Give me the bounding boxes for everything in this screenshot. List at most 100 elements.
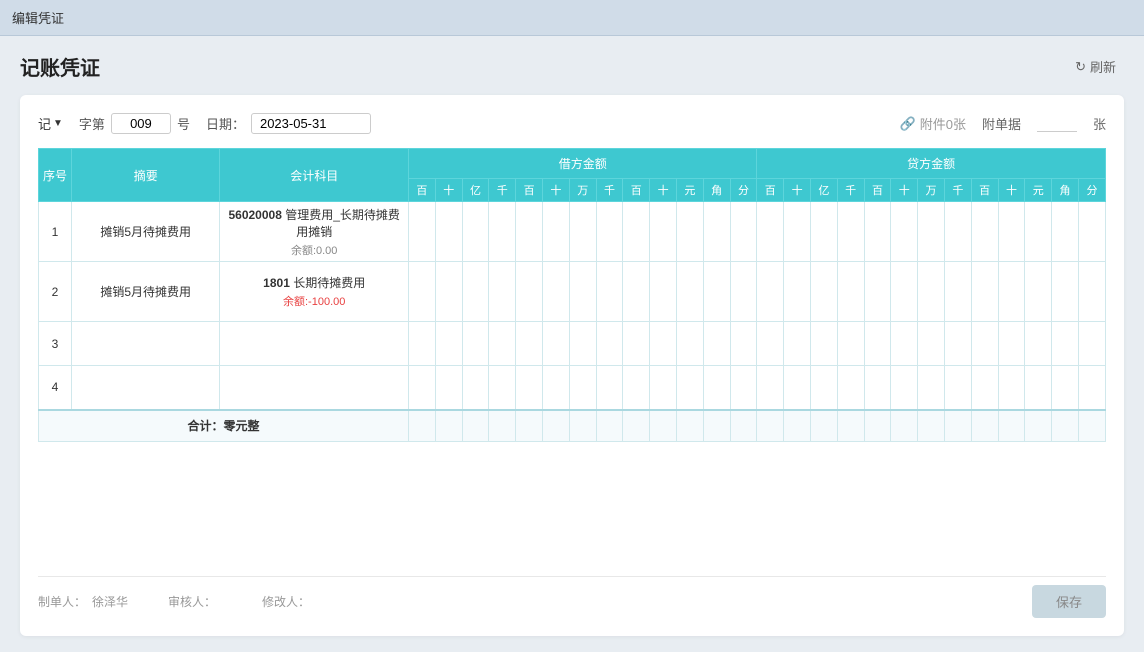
row4-c6[interactable]: [891, 366, 918, 410]
row4-d3[interactable]: [462, 366, 489, 410]
row3-c6[interactable]: [891, 322, 918, 366]
row4-d5[interactable]: [516, 366, 543, 410]
row1-c5[interactable]: [864, 202, 891, 262]
row3-d5[interactable]: [516, 322, 543, 366]
sheets-input[interactable]: [1037, 116, 1077, 132]
row2-d7[interactable]: [569, 262, 596, 322]
attachment-link[interactable]: 🔗 附件0张: [900, 114, 966, 133]
row2-d3[interactable]: [462, 262, 489, 322]
row3-d3[interactable]: [462, 322, 489, 366]
row2-d9[interactable]: [623, 262, 650, 322]
row4-d10[interactable]: [650, 366, 677, 410]
row2-d12[interactable]: [703, 262, 730, 322]
row2-c9[interactable]: [971, 262, 998, 322]
row2-c5[interactable]: [864, 262, 891, 322]
row3-c9[interactable]: [971, 322, 998, 366]
row4-c11[interactable]: [1025, 366, 1052, 410]
row1-d6[interactable]: [543, 202, 570, 262]
row3-summary[interactable]: [72, 322, 220, 366]
row2-d13[interactable]: [730, 262, 757, 322]
row1-account[interactable]: 56020008 管理费用_长期待摊费用摊销 余额:0.00: [220, 202, 409, 262]
row2-c3[interactable]: [810, 262, 837, 322]
row3-d2[interactable]: [435, 322, 462, 366]
row1-c1[interactable]: [757, 202, 784, 262]
row1-d2[interactable]: [435, 202, 462, 262]
row4-c10[interactable]: [998, 366, 1025, 410]
row4-c8[interactable]: [944, 366, 971, 410]
row4-d4[interactable]: [489, 366, 516, 410]
row1-d10[interactable]: [650, 202, 677, 262]
row2-d1[interactable]: [409, 262, 436, 322]
row1-summary[interactable]: 摊销5月待摊费用: [72, 202, 220, 262]
row4-c9[interactable]: [971, 366, 998, 410]
row2-c6[interactable]: [891, 262, 918, 322]
row1-c12[interactable]: [1052, 202, 1079, 262]
row2-account[interactable]: 1801 长期待摊费用 余额:-100.00: [220, 262, 409, 322]
row4-account[interactable]: [220, 366, 409, 410]
row4-c12[interactable]: [1052, 366, 1079, 410]
row3-c5[interactable]: [864, 322, 891, 366]
row1-d8[interactable]: [596, 202, 623, 262]
row1-c13[interactable]: [1078, 202, 1105, 262]
row2-c13[interactable]: [1078, 262, 1105, 322]
row1-d9[interactable]: [623, 202, 650, 262]
row3-d8[interactable]: [596, 322, 623, 366]
row3-d1[interactable]: [409, 322, 436, 366]
date-input[interactable]: [251, 113, 371, 134]
row3-c13[interactable]: [1078, 322, 1105, 366]
row1-d7[interactable]: [569, 202, 596, 262]
row3-d6[interactable]: [543, 322, 570, 366]
row4-c5[interactable]: [864, 366, 891, 410]
row3-c7[interactable]: [918, 322, 945, 366]
row4-c3[interactable]: [810, 366, 837, 410]
row3-d4[interactable]: [489, 322, 516, 366]
voucher-number-input[interactable]: [111, 113, 171, 134]
row3-d13[interactable]: [730, 322, 757, 366]
row1-c10[interactable]: [998, 202, 1025, 262]
row2-c12[interactable]: [1052, 262, 1079, 322]
row2-d2[interactable]: [435, 262, 462, 322]
row4-d11[interactable]: [676, 366, 703, 410]
refresh-button[interactable]: ↻ 刷新: [1067, 53, 1124, 80]
row4-d6[interactable]: [543, 366, 570, 410]
row2-d6[interactable]: [543, 262, 570, 322]
row2-d11[interactable]: [676, 262, 703, 322]
row1-d11[interactable]: [676, 202, 703, 262]
ji-selector[interactable]: 记 ▼: [38, 114, 63, 133]
row4-d12[interactable]: [703, 366, 730, 410]
row1-c4[interactable]: [837, 202, 864, 262]
row3-d12[interactable]: [703, 322, 730, 366]
row4-c13[interactable]: [1078, 366, 1105, 410]
row3-c3[interactable]: [810, 322, 837, 366]
row1-c3[interactable]: [810, 202, 837, 262]
save-button[interactable]: 保存: [1032, 585, 1106, 618]
row3-c1[interactable]: [757, 322, 784, 366]
row2-summary[interactable]: 摊销5月待摊费用: [72, 262, 220, 322]
row4-d13[interactable]: [730, 366, 757, 410]
row4-summary[interactable]: [72, 366, 220, 410]
row2-c7[interactable]: [918, 262, 945, 322]
row4-c1[interactable]: [757, 366, 784, 410]
row3-c4[interactable]: [837, 322, 864, 366]
row2-c8[interactable]: [944, 262, 971, 322]
row3-d11[interactable]: [676, 322, 703, 366]
row4-c7[interactable]: [918, 366, 945, 410]
row3-c8[interactable]: [944, 322, 971, 366]
row1-d5[interactable]: [516, 202, 543, 262]
row3-account[interactable]: [220, 322, 409, 366]
row1-d4[interactable]: [489, 202, 516, 262]
row2-c1[interactable]: [757, 262, 784, 322]
row4-d9[interactable]: [623, 366, 650, 410]
row4-d7[interactable]: [569, 366, 596, 410]
row1-d12[interactable]: [703, 202, 730, 262]
row3-d9[interactable]: [623, 322, 650, 366]
row4-d8[interactable]: [596, 366, 623, 410]
row2-d5[interactable]: [516, 262, 543, 322]
row1-c6[interactable]: [891, 202, 918, 262]
row1-c2[interactable]: [784, 202, 811, 262]
row1-d13[interactable]: [730, 202, 757, 262]
row1-c8[interactable]: [944, 202, 971, 262]
row1-c7[interactable]: [918, 202, 945, 262]
row4-c2[interactable]: [784, 366, 811, 410]
row1-c9[interactable]: [971, 202, 998, 262]
